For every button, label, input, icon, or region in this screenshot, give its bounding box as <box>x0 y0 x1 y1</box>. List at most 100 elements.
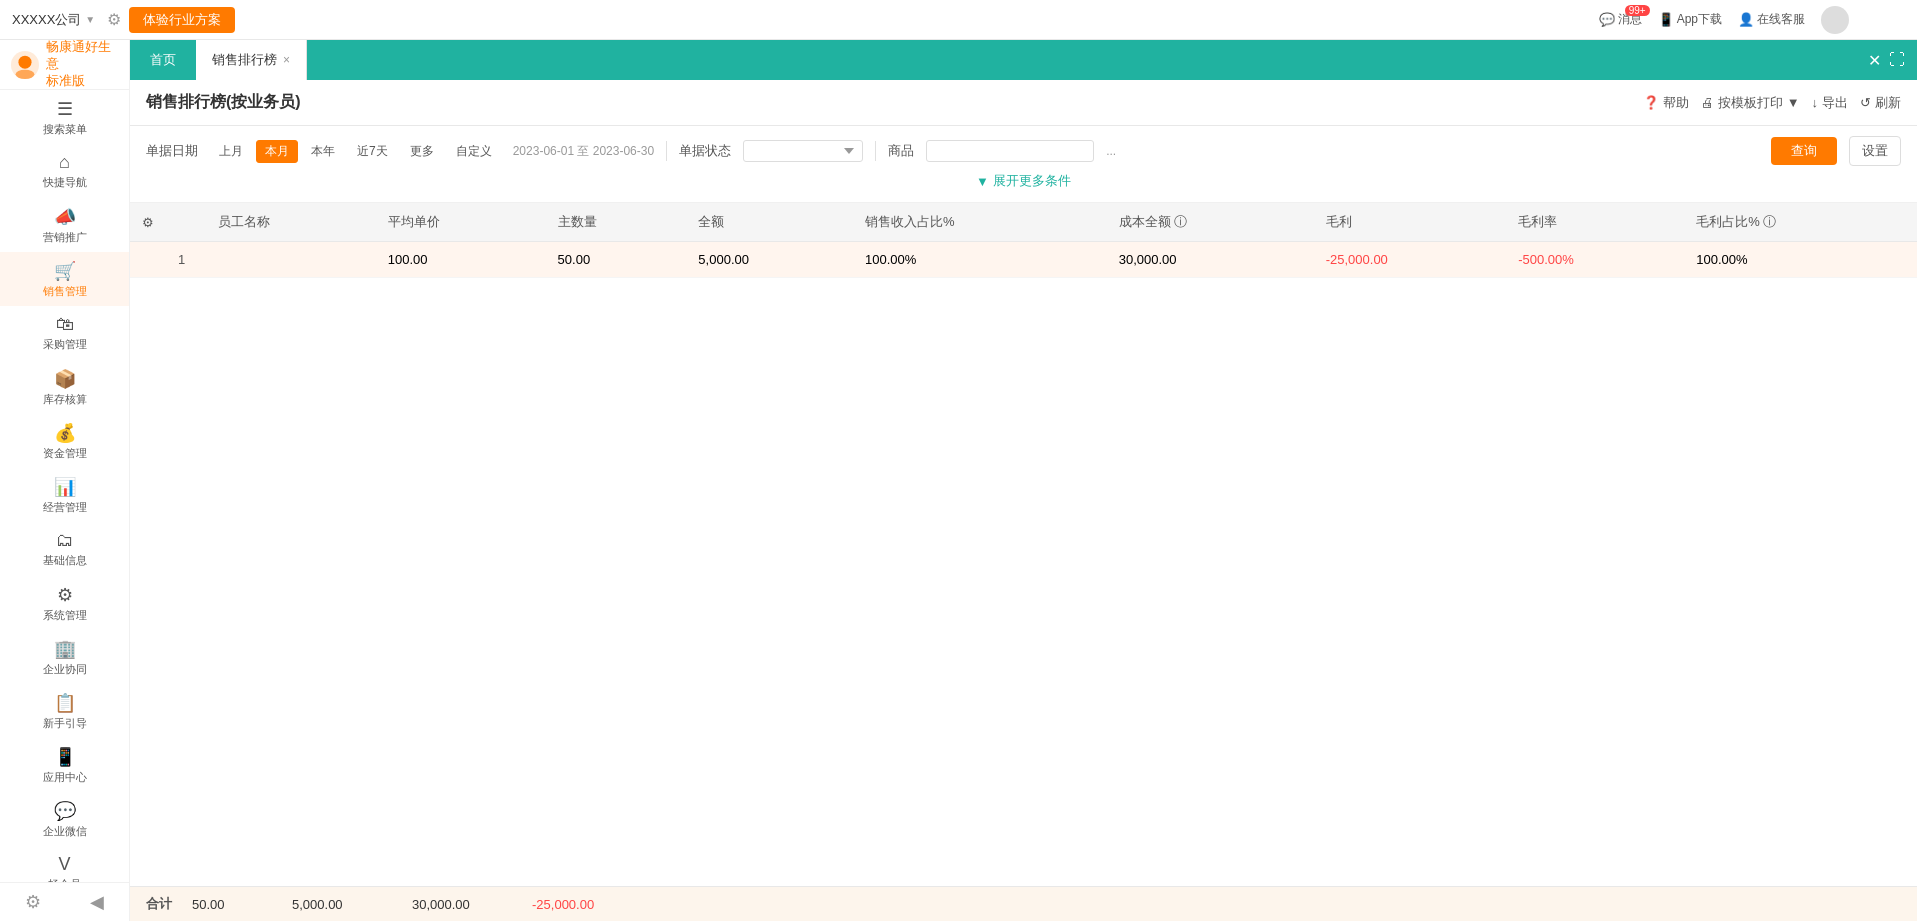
sidebar-item-wechat[interactable]: 💬企业微信 <box>0 792 129 846</box>
finance-icon: 💰 <box>54 422 76 444</box>
date-btn-本月[interactable]: 本月 <box>256 140 298 163</box>
tab-bar: 首页 销售排行榜 × ✕ ⛶ <box>130 40 1917 80</box>
date-btn-近7天[interactable]: 近7天 <box>348 140 397 163</box>
sidebar-collapse-icon[interactable]: ◀ <box>90 891 104 913</box>
basics-label: 基础信息 <box>43 553 87 568</box>
table-cell-5: 5,000.00 <box>686 242 853 278</box>
help-button[interactable]: ❓ 帮助 <box>1643 94 1689 112</box>
footer-label: 合计 <box>146 895 172 913</box>
date-toggle: 上月本月本年近7天更多自定义 <box>210 140 501 163</box>
settings-icon[interactable]: ⚙ <box>107 10 121 29</box>
date-btn-更多[interactable]: 更多 <box>401 140 443 163</box>
sidebar-item-enterprise[interactable]: 🏢企业协同 <box>0 630 129 684</box>
filter-settings-button[interactable]: 设置 <box>1849 136 1901 166</box>
tab-home[interactable]: 首页 <box>130 40 196 80</box>
table-cell-7: 30,000.00 <box>1107 242 1314 278</box>
sidebar-item-guide[interactable]: 📋新手引导 <box>0 684 129 738</box>
page-title: 销售排行榜(按业务员) <box>146 92 301 113</box>
sidebar-item-basics[interactable]: 🗂 基础信息 <box>0 522 129 576</box>
print-icon: 🖨 <box>1701 95 1714 110</box>
expand-button[interactable]: ▼ 展开更多条件 <box>976 172 1071 190</box>
col-header-costAmount: 成本全额 ⓘ <box>1107 203 1314 242</box>
company-selector[interactable]: XXXXX公司 ▼ <box>12 11 95 29</box>
date-btn-上月[interactable]: 上月 <box>210 140 252 163</box>
goods-input[interactable] <box>926 140 1094 162</box>
apps-label: 应用中心 <box>43 770 87 785</box>
inventory-label: 库存核算 <box>43 392 87 407</box>
date-btn-自定义[interactable]: 自定义 <box>447 140 501 163</box>
sidebar-item-operations[interactable]: 📊经营管理 <box>0 468 129 522</box>
avatar[interactable] <box>1821 6 1849 34</box>
main-content: 首页 销售排行榜 × ✕ ⛶ 销售排行榜(按业务员) ❓ 帮助 🖨 按模板打印 <box>130 40 1917 921</box>
filter-row-1: 单据日期 上月本月本年近7天更多自定义 2023-06-01 至 2023-06… <box>146 136 1901 166</box>
expand-row: ▼ 展开更多条件 <box>146 166 1901 192</box>
company-name: XXXXX公司 <box>12 11 81 29</box>
layout: 畅康通好生意 标准版 ☰搜索菜单 ⌂ 快捷导航 📣营销推广 🛒 销售管理 🛍采购管理📦库存核… <box>0 40 1917 921</box>
tab-label: 销售排行榜 <box>212 51 277 69</box>
settings-col-icon[interactable]: ⚙ <box>142 215 154 230</box>
sidebar-settings-icon[interactable]: ⚙ <box>25 891 41 913</box>
date-range: 2023-06-01 至 2023-06-30 <box>513 143 654 160</box>
logo-icon <box>10 49 40 81</box>
sidebar-item-system[interactable]: ⚙系统管理 <box>0 576 129 630</box>
message-icon: 💬 <box>1599 12 1615 27</box>
page-header: 销售排行榜(按业务员) ❓ 帮助 🖨 按模板打印 ▼ ↓ 导出 ↺ 刷新 <box>130 80 1917 126</box>
col-settings: ⚙ <box>130 203 166 242</box>
sidebar-item-quick[interactable]: ⌂ 快捷导航 <box>0 144 129 198</box>
sales-icon: 🛒 <box>54 260 76 282</box>
footer-cost: 30,000.00 <box>412 897 512 912</box>
tab-maximize-icon[interactable]: ⛶ <box>1889 51 1905 69</box>
table-cell-0 <box>130 242 166 278</box>
member-icon: V <box>58 854 70 875</box>
print-button[interactable]: 🖨 按模板打印 ▼ <box>1701 94 1800 112</box>
export-icon: ↓ <box>1812 95 1819 110</box>
refresh-button[interactable]: ↺ 刷新 <box>1860 94 1901 112</box>
tab-close-window-icon[interactable]: ✕ <box>1868 51 1881 70</box>
quick-label: 快捷导航 <box>43 175 87 190</box>
trial-button[interactable]: 体验行业方案 <box>129 7 235 33</box>
quick-icon: ⌂ <box>59 152 70 173</box>
logo-text: 畅康通好生意 标准版 <box>46 40 119 90</box>
footer-qty: 50.00 <box>192 897 272 912</box>
operations-label: 经营管理 <box>43 500 87 515</box>
sidebar-item-finance[interactable]: 💰 资金管理 <box>0 414 129 468</box>
sidebar-item-inventory[interactable]: 📦库存核算 <box>0 360 129 414</box>
tab-bar-right: ✕ ⛶ <box>1868 51 1917 70</box>
sidebar-item-sales[interactable]: 🛒 销售管理 <box>0 252 129 306</box>
message-area[interactable]: 💬 消息 99+ <box>1599 11 1642 28</box>
basics-icon: 🗂 <box>56 530 74 551</box>
status-select[interactable] <box>743 140 863 162</box>
expand-icon: ▼ <box>976 174 989 189</box>
date-btn-本年[interactable]: 本年 <box>302 140 344 163</box>
tab-sales-ranking[interactable]: 销售排行榜 × <box>196 40 307 80</box>
service-area[interactable]: 👤 在线客服 <box>1738 11 1805 28</box>
filter-divider-2 <box>875 141 876 161</box>
table-cell-6: 100.00% <box>853 242 1107 278</box>
tab-close-icon[interactable]: × <box>283 53 290 67</box>
query-button[interactable]: 查询 <box>1771 137 1837 165</box>
company-chevron-icon: ▼ <box>85 14 95 25</box>
app-download-area[interactable]: 📱 App下载 <box>1658 11 1722 28</box>
purchase-label: 采购管理 <box>43 337 87 352</box>
wechat-icon: 💬 <box>54 800 76 822</box>
sidebar: 畅康通好生意 标准版 ☰搜索菜单 ⌂ 快捷导航 📣营销推广 🛒 销售管理 🛍采购管理📦库存核… <box>0 40 130 921</box>
table-cell-3: 100.00 <box>376 242 546 278</box>
filter-area: 单据日期 上月本月本年近7天更多自定义 2023-06-01 至 2023-06… <box>130 126 1917 203</box>
sales-label: 销售管理 <box>43 284 87 299</box>
expand-label: 展开更多条件 <box>993 172 1071 190</box>
finance-label: 资金管理 <box>43 446 87 461</box>
more-filters-icon[interactable]: ... <box>1106 144 1116 158</box>
sidebar-item-marketing[interactable]: 📣营销推广 <box>0 198 129 252</box>
page-actions: ❓ 帮助 🖨 按模板打印 ▼ ↓ 导出 ↺ 刷新 <box>1643 94 1901 112</box>
export-button[interactable]: ↓ 导出 <box>1812 94 1849 112</box>
sidebar-item-member[interactable]: V畅会员 <box>0 846 129 882</box>
sidebar-item-search[interactable]: ☰搜索菜单 <box>0 90 129 144</box>
col-header-rank <box>166 203 206 242</box>
sidebar-item-purchase[interactable]: 🛍采购管理 <box>0 306 129 360</box>
sidebar-item-apps[interactable]: 📱应用中心 <box>0 738 129 792</box>
app-label: App下载 <box>1677 11 1722 28</box>
service-icon: 👤 <box>1738 12 1754 27</box>
table-header-row: ⚙员工名称平均单价主数量全额销售收入占比%成本全额 ⓘ毛利毛利率毛利占比% ⓘ <box>130 203 1917 242</box>
table-cell-10: 100.00% <box>1684 242 1917 278</box>
table-cell-2 <box>206 242 376 278</box>
